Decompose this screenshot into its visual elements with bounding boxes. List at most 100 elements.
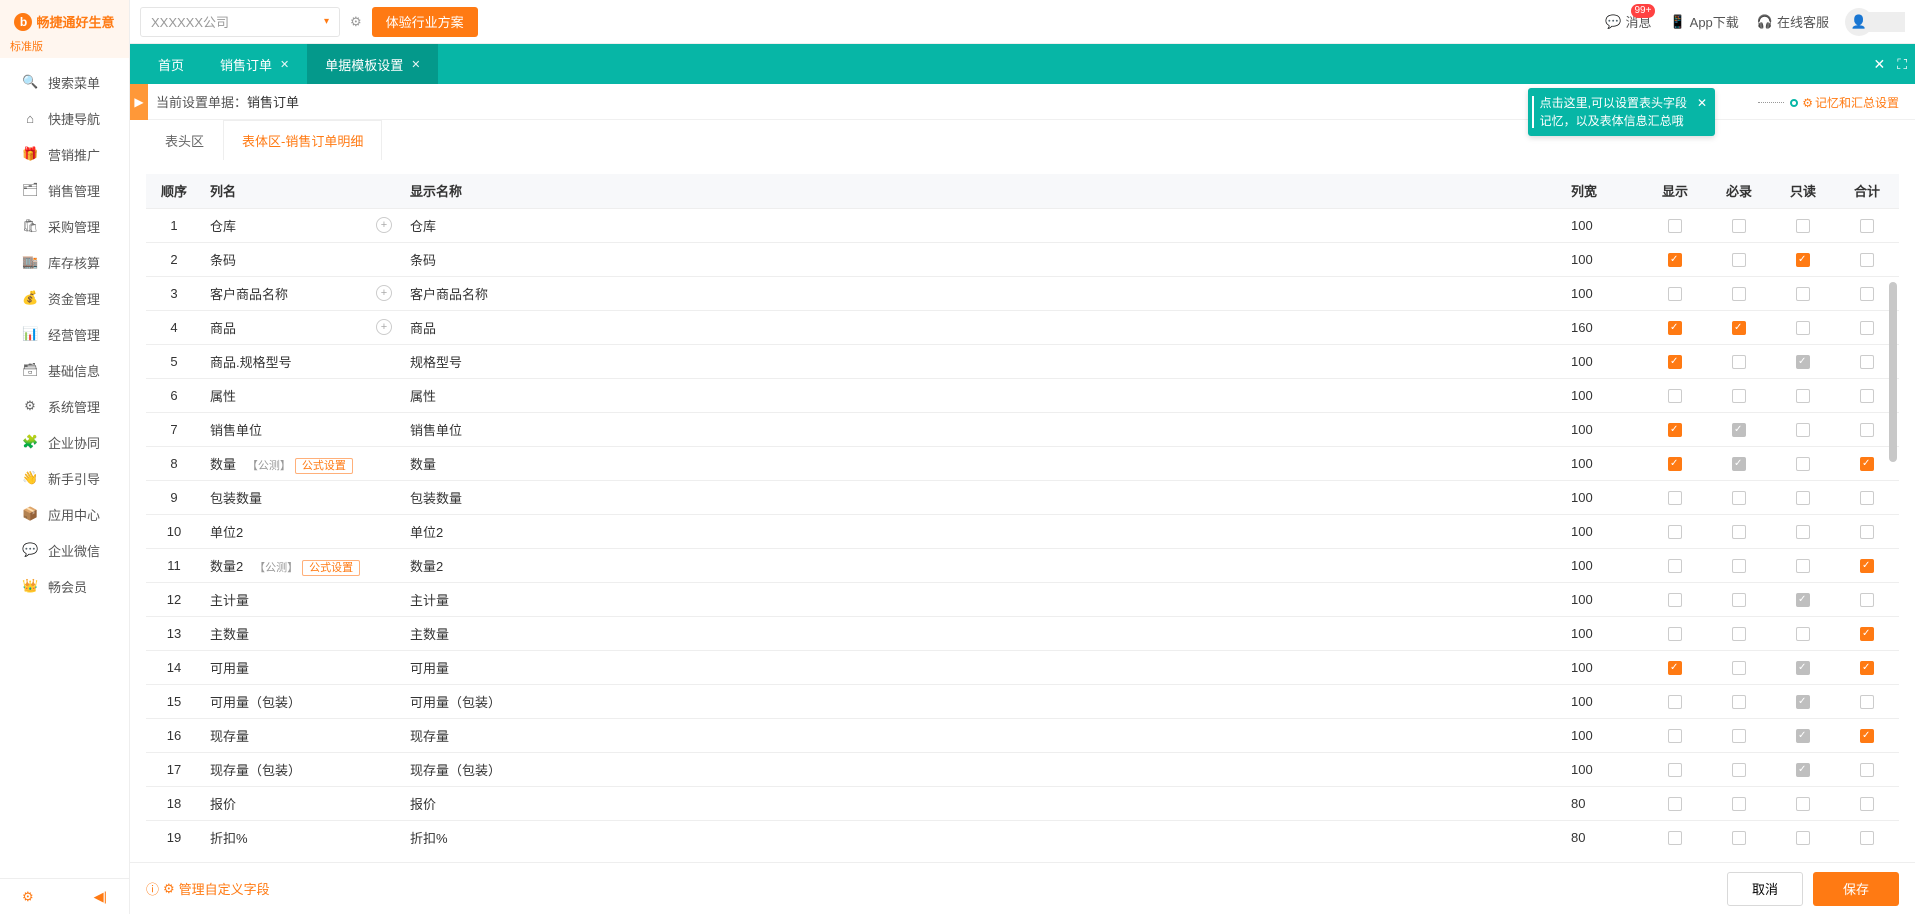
checkbox[interactable]: [1860, 423, 1874, 437]
cell-width[interactable]: 100: [1563, 514, 1643, 548]
checkbox[interactable]: [1796, 389, 1810, 403]
sidebar-item-0[interactable]: 🔍搜索菜单: [0, 64, 129, 100]
sidebar-item-7[interactable]: 📊经营管理: [0, 316, 129, 352]
memory-summary-link[interactable]: ⚙ 记忆和汇总设置: [1758, 94, 1899, 111]
checkbox[interactable]: [1668, 219, 1682, 233]
checkbox[interactable]: [1668, 457, 1682, 471]
checkbox[interactable]: [1796, 491, 1810, 505]
add-icon[interactable]: +: [376, 217, 392, 233]
cancel-button[interactable]: 取消: [1727, 872, 1803, 906]
add-icon[interactable]: +: [376, 319, 392, 335]
cell-display[interactable]: 客户商品名称: [402, 276, 1563, 310]
tab-0[interactable]: 首页: [140, 44, 202, 84]
checkbox[interactable]: [1796, 797, 1810, 811]
checkbox[interactable]: [1860, 559, 1874, 573]
cell-width[interactable]: 80: [1563, 820, 1643, 854]
cell-width[interactable]: 100: [1563, 616, 1643, 650]
checkbox[interactable]: [1668, 695, 1682, 709]
sidebar-item-11[interactable]: 👋新手引导: [0, 460, 129, 496]
tab-close-icon[interactable]: ✕: [411, 58, 420, 71]
cell-display[interactable]: 报价: [402, 786, 1563, 820]
save-button[interactable]: 保存: [1813, 872, 1899, 906]
sidebar-item-13[interactable]: 💬企业微信: [0, 532, 129, 568]
checkbox[interactable]: [1860, 457, 1874, 471]
checkbox[interactable]: [1668, 661, 1682, 675]
tab-1[interactable]: 销售订单✕: [202, 44, 307, 84]
checkbox[interactable]: [1860, 219, 1874, 233]
sidebar-item-6[interactable]: 💰资金管理: [0, 280, 129, 316]
sidebar-item-1[interactable]: ⌂快捷导航: [0, 100, 129, 136]
checkbox[interactable]: [1860, 763, 1874, 777]
cell-width[interactable]: 100: [1563, 378, 1643, 412]
checkbox[interactable]: [1668, 559, 1682, 573]
checkbox[interactable]: [1860, 797, 1874, 811]
checkbox[interactable]: [1796, 525, 1810, 539]
tip-close-icon[interactable]: ✕: [1697, 94, 1707, 112]
checkbox[interactable]: [1732, 593, 1746, 607]
subtab-0[interactable]: 表头区: [146, 120, 223, 160]
cell-width[interactable]: 100: [1563, 718, 1643, 752]
checkbox[interactable]: [1860, 661, 1874, 675]
checkbox[interactable]: [1668, 423, 1682, 437]
checkbox[interactable]: [1668, 321, 1682, 335]
sidebar-item-14[interactable]: 👑畅会员: [0, 568, 129, 604]
expand-arrow-icon[interactable]: ▶: [130, 84, 148, 120]
cell-width[interactable]: 100: [1563, 752, 1643, 786]
sidebar-item-10[interactable]: 🧩企业协同: [0, 424, 129, 460]
checkbox[interactable]: [1796, 321, 1810, 335]
sidebar-item-3[interactable]: 🗂销售管理: [0, 172, 129, 208]
checkbox[interactable]: [1668, 831, 1682, 845]
cell-display[interactable]: 包装数量: [402, 480, 1563, 514]
checkbox[interactable]: [1860, 593, 1874, 607]
checkbox[interactable]: [1860, 525, 1874, 539]
try-industry-button[interactable]: 体验行业方案: [372, 7, 478, 37]
checkbox[interactable]: [1668, 797, 1682, 811]
formula-settings-link[interactable]: 公式设置: [295, 458, 353, 474]
checkbox[interactable]: [1732, 627, 1746, 641]
checkbox[interactable]: [1732, 219, 1746, 233]
checkbox[interactable]: [1860, 831, 1874, 845]
cell-display[interactable]: 单位2: [402, 514, 1563, 548]
checkbox[interactable]: [1732, 831, 1746, 845]
cell-display[interactable]: 主数量: [402, 616, 1563, 650]
cell-display[interactable]: 折扣%: [402, 820, 1563, 854]
checkbox[interactable]: [1668, 525, 1682, 539]
checkbox[interactable]: [1732, 287, 1746, 301]
company-settings-icon[interactable]: ⚙: [350, 14, 362, 30]
checkbox[interactable]: [1732, 355, 1746, 369]
checkbox[interactable]: [1732, 797, 1746, 811]
cell-width[interactable]: 100: [1563, 480, 1643, 514]
cell-width[interactable]: 160: [1563, 310, 1643, 344]
manage-custom-fields-link[interactable]: ⓘ ⚙ 管理自定义字段: [146, 879, 270, 898]
checkbox[interactable]: [1860, 287, 1874, 301]
checkbox[interactable]: [1668, 627, 1682, 641]
checkbox[interactable]: [1732, 389, 1746, 403]
cell-display[interactable]: 数量2: [402, 548, 1563, 582]
checkbox[interactable]: [1732, 559, 1746, 573]
checkbox[interactable]: [1796, 287, 1810, 301]
checkbox[interactable]: [1668, 355, 1682, 369]
cell-width[interactable]: 100: [1563, 548, 1643, 582]
cell-display[interactable]: 可用量: [402, 650, 1563, 684]
checkbox[interactable]: [1860, 491, 1874, 505]
cell-display[interactable]: 数量: [402, 446, 1563, 480]
settings-icon[interactable]: ⚙: [22, 889, 34, 905]
formula-settings-link[interactable]: 公式设置: [302, 560, 360, 576]
checkbox[interactable]: [1860, 729, 1874, 743]
cell-display[interactable]: 现存量（包装）: [402, 752, 1563, 786]
cell-display[interactable]: 可用量（包装）: [402, 684, 1563, 718]
checkbox[interactable]: [1732, 695, 1746, 709]
cell-width[interactable]: 100: [1563, 208, 1643, 242]
cell-width[interactable]: 100: [1563, 412, 1643, 446]
cell-display[interactable]: 现存量: [402, 718, 1563, 752]
checkbox[interactable]: [1732, 763, 1746, 777]
company-select[interactable]: XXXXXX公司 ▾: [140, 7, 340, 37]
cell-width[interactable]: 100: [1563, 276, 1643, 310]
checkbox[interactable]: [1860, 253, 1874, 267]
tab-close-icon[interactable]: ✕: [280, 58, 289, 71]
sidebar-item-12[interactable]: 📦应用中心: [0, 496, 129, 532]
checkbox[interactable]: [1668, 729, 1682, 743]
checkbox[interactable]: [1732, 525, 1746, 539]
checkbox[interactable]: [1668, 491, 1682, 505]
checkbox[interactable]: [1796, 423, 1810, 437]
